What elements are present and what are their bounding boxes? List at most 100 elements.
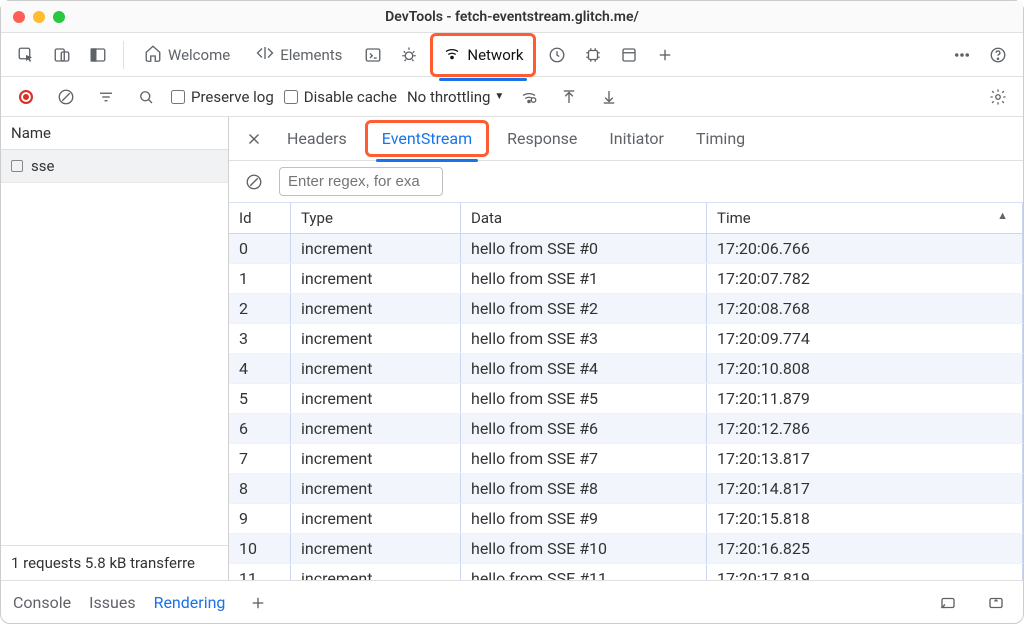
drawer-tab-rendering[interactable]: Rendering <box>154 593 226 612</box>
regex-filter-input[interactable] <box>279 167 443 196</box>
network-filter-bar: Preserve log Disable cache No throttling… <box>1 77 1023 117</box>
request-row-sse[interactable]: sse <box>1 150 228 183</box>
col-header-data[interactable]: Data <box>461 203 707 233</box>
clear-events-icon[interactable] <box>239 167 269 197</box>
filter-icon[interactable] <box>91 82 121 112</box>
table-row[interactable]: 8incrementhello from SSE #817:20:14.817 <box>229 474 1023 504</box>
help-icon[interactable] <box>983 40 1013 70</box>
traffic-lights <box>13 11 65 23</box>
disable-cache-checkbox[interactable]: Disable cache <box>284 88 397 106</box>
table-row[interactable]: 3incrementhello from SSE #317:20:09.774 <box>229 324 1023 354</box>
table-row[interactable]: 0incrementhello from SSE #017:20:06.766 <box>229 234 1023 264</box>
status-summary: 1 requests 5.8 kB transferre <box>1 545 228 580</box>
cell-type: increment <box>291 324 461 353</box>
preserve-log-checkbox[interactable]: Preserve log <box>171 88 274 106</box>
cell-type: increment <box>291 234 461 263</box>
memory-icon[interactable] <box>578 40 608 70</box>
detail-tab-eventstream[interactable]: EventStream <box>368 123 486 154</box>
network-tab-highlight: Network <box>430 33 536 77</box>
drawer-add-icon[interactable] <box>243 588 273 618</box>
record-button[interactable] <box>11 82 41 112</box>
drawer-toolbar: Console Issues Rendering <box>1 580 1023 624</box>
cell-time: 17:20:12.786 <box>707 414 1023 443</box>
cell-type: increment <box>291 354 461 383</box>
application-icon[interactable] <box>614 40 644 70</box>
tab-elements[interactable]: Elements <box>246 38 352 72</box>
drawer-dock-icon[interactable] <box>933 588 963 618</box>
drawer-tab-issues[interactable]: Issues <box>89 593 135 612</box>
window-close-button[interactable] <box>13 11 25 23</box>
cell-type: increment <box>291 444 461 473</box>
bug-icon[interactable] <box>394 40 424 70</box>
cell-id: 10 <box>229 534 291 563</box>
table-row[interactable]: 11incrementhello from SSE #1117:20:17.81… <box>229 564 1023 580</box>
col-header-time[interactable]: Time▲ <box>707 203 1023 233</box>
cell-data: hello from SSE #1 <box>461 264 707 293</box>
cell-id: 11 <box>229 564 291 580</box>
cell-type: increment <box>291 384 461 413</box>
table-row[interactable]: 9incrementhello from SSE #917:20:15.818 <box>229 504 1023 534</box>
table-row[interactable]: 2incrementhello from SSE #217:20:08.768 <box>229 294 1023 324</box>
clear-icon[interactable] <box>51 82 81 112</box>
upload-har-icon[interactable] <box>554 82 584 112</box>
dock-side-icon[interactable] <box>83 40 113 70</box>
tab-network[interactable]: Network <box>433 38 533 72</box>
table-row[interactable]: 4incrementhello from SSE #417:20:10.808 <box>229 354 1023 384</box>
table-row[interactable]: 6incrementhello from SSE #617:20:12.786 <box>229 414 1023 444</box>
cell-data: hello from SSE #9 <box>461 504 707 533</box>
table-row[interactable]: 10incrementhello from SSE #1017:20:16.82… <box>229 534 1023 564</box>
performance-icon[interactable] <box>542 40 572 70</box>
add-tab-icon[interactable] <box>650 40 680 70</box>
cell-time: 17:20:13.817 <box>707 444 1023 473</box>
col-header-id[interactable]: Id <box>229 203 291 233</box>
cell-time: 17:20:08.768 <box>707 294 1023 323</box>
cell-id: 8 <box>229 474 291 503</box>
throttling-label: No throttling <box>407 88 490 106</box>
eventstream-filter-row <box>229 161 1023 203</box>
cell-id: 0 <box>229 234 291 263</box>
detail-tab-initiator[interactable]: Initiator <box>595 123 678 154</box>
cell-type: increment <box>291 264 461 293</box>
close-detail-icon[interactable] <box>239 124 269 154</box>
cell-data: hello from SSE #2 <box>461 294 707 323</box>
drawer-expand-icon[interactable] <box>981 588 1011 618</box>
name-column-header[interactable]: Name <box>1 117 228 150</box>
window-title: DevTools - fetch-eventstream.glitch.me/ <box>1 9 1023 25</box>
table-row[interactable]: 5incrementhello from SSE #517:20:11.879 <box>229 384 1023 414</box>
cell-data: hello from SSE #6 <box>461 414 707 443</box>
cell-id: 3 <box>229 324 291 353</box>
tab-welcome[interactable]: Welcome <box>134 38 240 72</box>
cell-id: 6 <box>229 414 291 443</box>
cell-id: 4 <box>229 354 291 383</box>
main-toolbar: Welcome Elements Network <box>1 33 1023 77</box>
cell-id: 9 <box>229 504 291 533</box>
throttling-select[interactable]: No throttling ▼ <box>407 88 504 106</box>
main-area: Name sse 1 requests 5.8 kB transferre He… <box>1 117 1023 580</box>
table-row[interactable]: 7incrementhello from SSE #717:20:13.817 <box>229 444 1023 474</box>
col-header-type[interactable]: Type <box>291 203 461 233</box>
download-har-icon[interactable] <box>594 82 624 112</box>
drawer-tab-console[interactable]: Console <box>13 593 71 612</box>
device-toggle-icon[interactable] <box>47 40 77 70</box>
eventstream-table: Id Type Data Time▲ 0incrementhello from … <box>229 203 1023 580</box>
detail-tab-headers[interactable]: Headers <box>273 123 361 154</box>
more-icon[interactable] <box>947 40 977 70</box>
preserve-log-label: Preserve log <box>191 88 274 106</box>
cell-data: hello from SSE #0 <box>461 234 707 263</box>
detail-tab-response[interactable]: Response <box>493 123 591 154</box>
tab-welcome-label: Welcome <box>168 46 230 64</box>
cell-id: 5 <box>229 384 291 413</box>
table-row[interactable]: 1incrementhello from SSE #117:20:07.782 <box>229 264 1023 294</box>
window-maximize-button[interactable] <box>53 11 65 23</box>
window-minimize-button[interactable] <box>33 11 45 23</box>
cell-time: 17:20:17.819 <box>707 564 1023 580</box>
settings-gear-icon[interactable] <box>983 82 1013 112</box>
cell-data: hello from SSE #5 <box>461 384 707 413</box>
inspect-element-icon[interactable] <box>11 40 41 70</box>
search-icon[interactable] <box>131 82 161 112</box>
cell-time: 17:20:11.879 <box>707 384 1023 413</box>
detail-tab-timing[interactable]: Timing <box>682 123 759 154</box>
console-icon[interactable] <box>358 40 388 70</box>
network-conditions-icon[interactable] <box>514 82 544 112</box>
cell-id: 1 <box>229 264 291 293</box>
